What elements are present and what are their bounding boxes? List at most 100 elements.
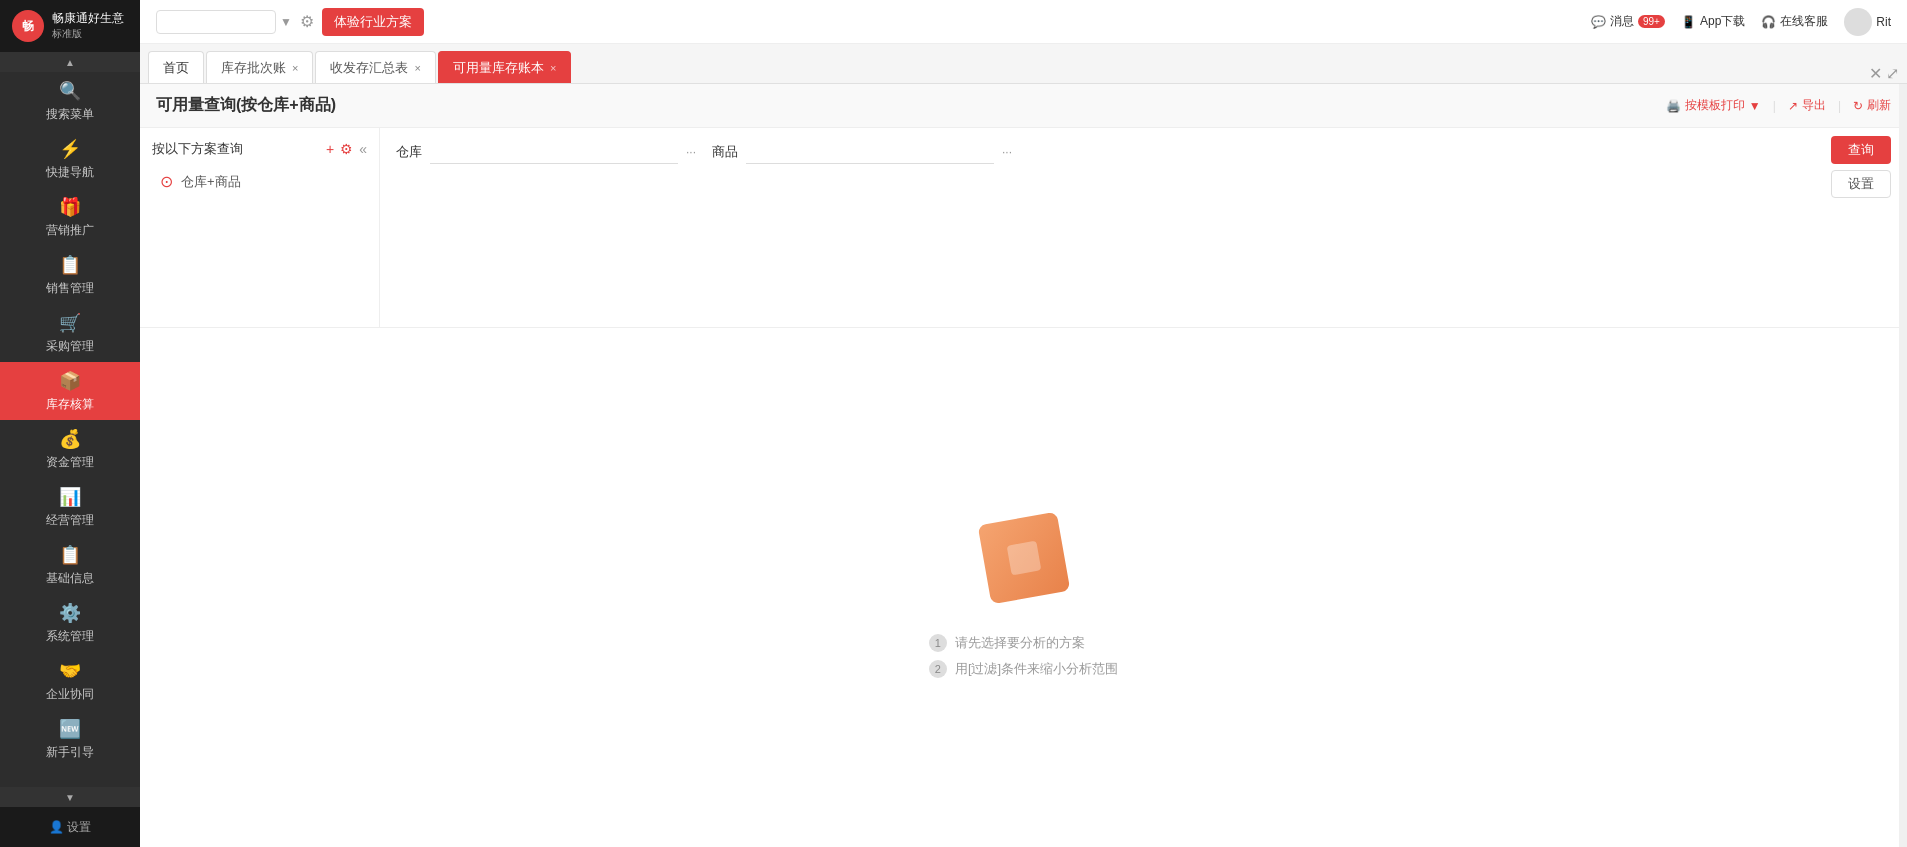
- sidebar-item-label: 资金管理: [46, 454, 94, 471]
- scheme-item-warehouse-goods[interactable]: ⊙ 仓库+商品: [152, 166, 367, 197]
- handshake-icon: 🤝: [59, 660, 81, 682]
- scheme-setting-icon[interactable]: ⚙: [340, 141, 353, 157]
- sidebar-item-basic[interactable]: 📋 基础信息: [0, 536, 140, 594]
- clipboard-icon: 📋: [59, 254, 81, 276]
- app-download-item[interactable]: 📱 App下载: [1681, 13, 1745, 30]
- sidebar-item-enterprise[interactable]: 🤝 企业协同: [0, 652, 140, 710]
- topbar-left: ▼ ⚙ 体验行业方案: [156, 8, 424, 36]
- goods-input[interactable]: [746, 140, 994, 164]
- topbar-search-input[interactable]: [156, 10, 276, 34]
- tab-batch-label: 库存批次账: [221, 59, 286, 77]
- content-wrapper: 可用量查询(按仓库+商品) 🖨️ 按模板打印 ▼ | ↗ 导出 | ↻: [140, 84, 1907, 847]
- tab-summary-close[interactable]: ×: [414, 62, 420, 74]
- empty-illustration: [964, 498, 1084, 618]
- avatar: [1844, 8, 1872, 36]
- chevron-down-icon[interactable]: ▼: [280, 15, 292, 29]
- sidebar-item-finance[interactable]: 💰 资金管理: [0, 420, 140, 478]
- sidebar-item-label: 快捷导航: [46, 164, 94, 181]
- sidebar-item-purchase[interactable]: 🛒 采购管理: [0, 304, 140, 362]
- page-header: 可用量查询(按仓库+商品) 🖨️ 按模板打印 ▼ | ↗ 导出 | ↻: [140, 84, 1907, 128]
- sidebar-item-shortcut[interactable]: ⚡ 快捷导航: [0, 130, 140, 188]
- page-actions: 🖨️ 按模板打印 ▼ | ↗ 导出 | ↻ 刷新: [1666, 97, 1891, 114]
- print-dropdown-icon[interactable]: ▼: [1749, 99, 1761, 113]
- sidebar-item-marketing[interactable]: 🎁 营销推广: [0, 188, 140, 246]
- message-label: 消息: [1610, 13, 1634, 30]
- sidebar-item-search[interactable]: 🔍 搜索菜单: [0, 72, 140, 130]
- goods-more-icon[interactable]: ···: [1002, 145, 1012, 159]
- gear-icon: ⚙️: [59, 602, 81, 624]
- tab-summary-label: 收发存汇总表: [330, 59, 408, 77]
- warehouse-input[interactable]: [430, 140, 678, 164]
- tab-home[interactable]: 首页: [148, 51, 204, 83]
- topbar-input-group: ▼: [156, 10, 292, 34]
- tab-available-label: 可用量库存账本: [453, 59, 544, 77]
- chart-icon: 📊: [59, 486, 81, 508]
- hint-text-2: 用[过滤]条件来缩小分析范围: [955, 660, 1118, 678]
- gift-icon: 🎁: [59, 196, 81, 218]
- customer-service-item[interactable]: 🎧 在线客服: [1761, 13, 1828, 30]
- empty-hint-1: 1 请先选择要分析的方案: [929, 634, 1118, 652]
- sidebar-item-label: 企业协同: [46, 686, 94, 703]
- message-item[interactable]: 💬 消息 99+: [1591, 13, 1665, 30]
- app-download-label: App下载: [1700, 13, 1745, 30]
- print-button[interactable]: 🖨️ 按模板打印 ▼: [1666, 97, 1761, 114]
- content: 可用量查询(按仓库+商品) 🖨️ 按模板打印 ▼ | ↗ 导出 | ↻: [140, 84, 1907, 847]
- sidebar-bottom-label: 👤 设置: [49, 819, 91, 836]
- tab-bar-right: ✕ ⤢: [1869, 64, 1907, 83]
- sidebar-item-guide[interactable]: 🆕 新手引导: [0, 710, 140, 768]
- hint-num-1: 1: [929, 634, 947, 652]
- tabbar: 首页 库存批次账 × 收发存汇总表 × 可用量库存账本 × ✕ ⤢: [140, 44, 1907, 84]
- setting-button[interactable]: 设置: [1831, 170, 1891, 198]
- empty-box-icon: [977, 511, 1070, 604]
- sidebar-item-system[interactable]: ⚙️ 系统管理: [0, 594, 140, 652]
- tab-batch-close[interactable]: ×: [292, 62, 298, 74]
- main-content: ▼ ⚙ 体验行业方案 💬 消息 99+ 📱 App下载 🎧 在线客服 Rit: [140, 0, 1907, 847]
- sidebar-item-label: 新手引导: [46, 744, 94, 761]
- sidebar-item-label: 采购管理: [46, 338, 94, 355]
- tab-summary[interactable]: 收发存汇总表 ×: [315, 51, 435, 83]
- tab-expand-icon[interactable]: ⤢: [1886, 64, 1899, 83]
- sidebar-item-operation[interactable]: 📊 经营管理: [0, 478, 140, 536]
- refresh-icon: ↻: [1853, 99, 1863, 113]
- print-label: 按模板打印: [1685, 97, 1745, 114]
- empty-hints: 1 请先选择要分析的方案 2 用[过滤]条件来缩小分析范围: [929, 634, 1118, 678]
- sidebar-item-label: 系统管理: [46, 628, 94, 645]
- sidebar-menu: 🔍 搜索菜单 ⚡ 快捷导航 🎁 营销推广 📋 销售管理 🛒 采购管理 📦 库存核…: [0, 72, 140, 787]
- empty-state: 1 请先选择要分析的方案 2 用[过滤]条件来缩小分析范围: [140, 328, 1907, 847]
- trial-button[interactable]: 体验行业方案: [322, 8, 424, 36]
- add-scheme-icon[interactable]: +: [326, 141, 334, 157]
- tab-available-close[interactable]: ×: [550, 62, 556, 74]
- right-scrollbar[interactable]: [1899, 84, 1907, 847]
- warehouse-more-icon[interactable]: ···: [686, 145, 696, 159]
- query-sidebar-header: 按以下方案查询 + ⚙ «: [152, 140, 367, 158]
- sidebar-item-label: 库存核算: [46, 396, 94, 413]
- export-label: 导出: [1802, 97, 1826, 114]
- sidebar-settings[interactable]: 👤 设置: [0, 807, 140, 847]
- sidebar-item-label: 基础信息: [46, 570, 94, 587]
- topbar-gear-icon[interactable]: ⚙: [300, 12, 314, 31]
- search-icon: 🔍: [59, 80, 81, 102]
- scheme-label: 仓库+商品: [181, 173, 241, 191]
- scheme-dot-icon: ⊙: [160, 172, 173, 191]
- collapse-icon[interactable]: «: [359, 141, 367, 157]
- tab-close-icon[interactable]: ✕: [1869, 64, 1882, 83]
- refresh-button[interactable]: ↻ 刷新: [1853, 97, 1891, 114]
- sidebar-scroll-up[interactable]: ▲: [0, 52, 140, 72]
- hint-text-1: 请先选择要分析的方案: [955, 634, 1085, 652]
- tab-batch[interactable]: 库存批次账 ×: [206, 51, 313, 83]
- query-button[interactable]: 查询: [1831, 136, 1891, 164]
- sidebar-scroll-down[interactable]: ▼: [0, 787, 140, 807]
- export-button[interactable]: ↗ 导出: [1788, 97, 1826, 114]
- query-sidebar-title: 按以下方案查询: [152, 140, 243, 158]
- sidebar-item-inventory[interactable]: 📦 库存核算: [0, 362, 140, 420]
- hint-num-2: 2: [929, 660, 947, 678]
- sidebar-item-sales[interactable]: 📋 销售管理: [0, 246, 140, 304]
- query-btn-area: 查询 设置: [1827, 128, 1907, 327]
- sidebar-item-label: 搜索菜单: [46, 106, 94, 123]
- query-area: 按以下方案查询 + ⚙ « ⊙ 仓库+商品: [140, 128, 1907, 328]
- empty-face: [1006, 540, 1041, 575]
- user-menu[interactable]: Rit: [1844, 8, 1891, 36]
- lightning-icon: ⚡: [59, 138, 81, 160]
- print-icon: 🖨️: [1666, 99, 1681, 113]
- tab-available[interactable]: 可用量库存账本 ×: [438, 51, 571, 83]
